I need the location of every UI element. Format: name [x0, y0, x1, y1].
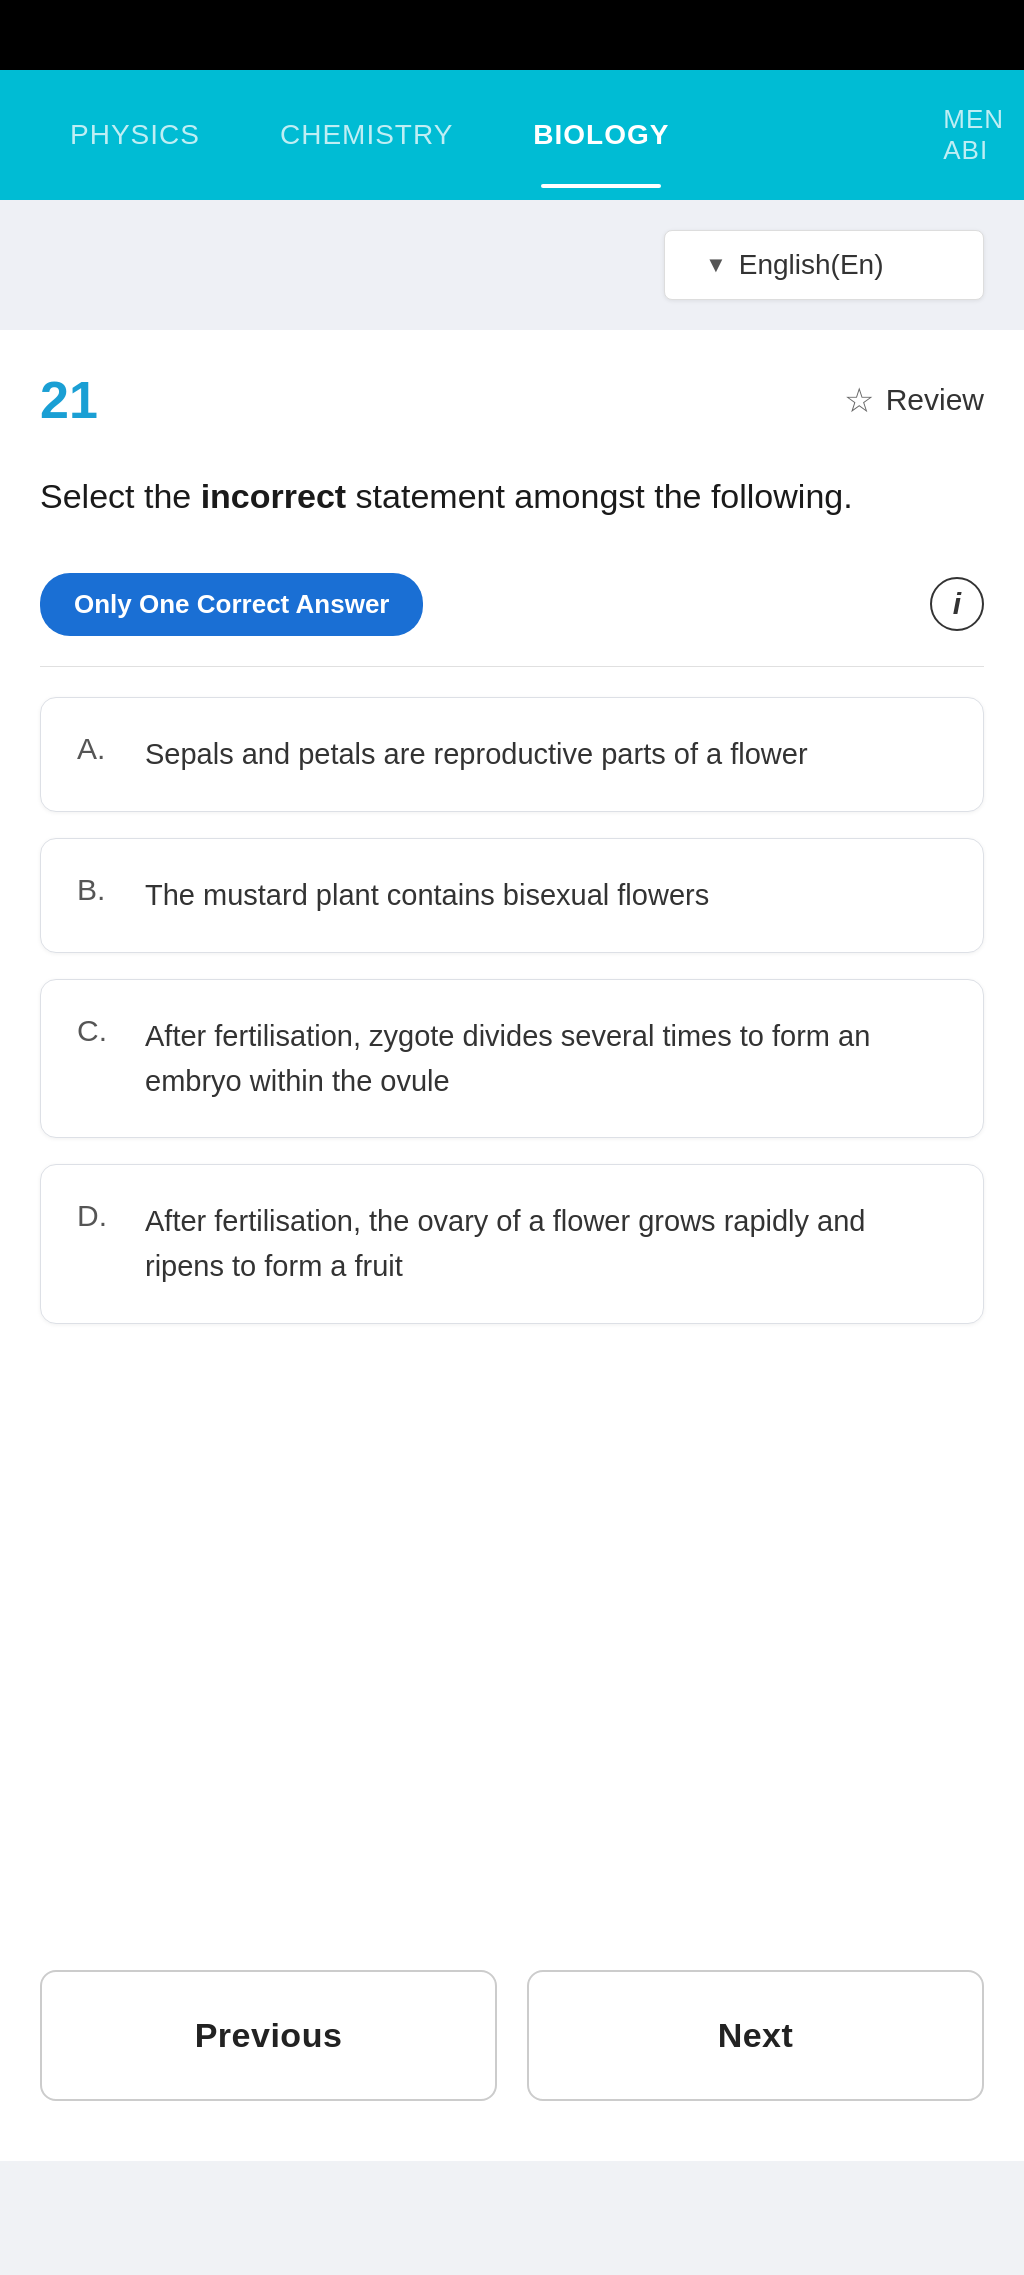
option-c-letter: C. — [77, 1014, 117, 1048]
answer-type-badge: Only One Correct Answer — [40, 573, 423, 636]
chevron-down-icon: ▼ — [705, 252, 727, 278]
review-label: Review — [886, 383, 984, 417]
divider — [40, 666, 984, 667]
status-bar — [0, 0, 1024, 70]
question-text-bold: incorrect — [201, 477, 347, 515]
previous-button[interactable]: Previous — [40, 1970, 497, 2101]
language-label: English(En) — [739, 249, 884, 281]
language-selector[interactable]: ▼ English(En) — [664, 230, 984, 300]
options-list: A. Sepals and petals are reproductive pa… — [40, 697, 984, 1325]
question-text-prefix: Select the — [40, 477, 201, 515]
option-d-text: After fertilisation, the ovary of a flow… — [145, 1199, 947, 1289]
next-button[interactable]: Next — [527, 1970, 984, 2101]
question-header: 21 ☆ Review — [40, 370, 984, 430]
tab-biology[interactable]: BIOLOGY — [493, 70, 709, 200]
subject-nav: PHYSICS CHEMISTRY BIOLOGY MEN ABI — [0, 70, 1024, 200]
option-c-text: After fertilisation, zygote divides seve… — [145, 1014, 947, 1104]
question-number: 21 — [40, 370, 98, 430]
tab-more[interactable]: MEN ABI — [923, 104, 1024, 166]
option-d-letter: D. — [77, 1199, 117, 1233]
option-b-letter: B. — [77, 873, 117, 907]
review-button[interactable]: ☆ Review — [844, 380, 984, 420]
option-b[interactable]: B. The mustard plant contains bisexual f… — [40, 838, 984, 953]
question-text: Select the incorrect statement amongst t… — [40, 470, 984, 523]
answer-type-row: Only One Correct Answer i — [40, 573, 984, 636]
navigation-buttons: Previous Next — [0, 1930, 1024, 2161]
tab-physics[interactable]: PHYSICS — [30, 70, 240, 200]
language-bar: ▼ English(En) — [0, 200, 1024, 330]
option-a-text: Sepals and petals are reproductive parts… — [145, 732, 808, 777]
option-c[interactable]: C. After fertilisation, zygote divides s… — [40, 979, 984, 1139]
option-d[interactable]: D. After fertilisation, the ovary of a f… — [40, 1164, 984, 1324]
question-text-suffix: statement amongst the following. — [346, 477, 853, 515]
star-icon: ☆ — [844, 380, 874, 420]
main-content: 21 ☆ Review Select the incorrect stateme… — [0, 330, 1024, 1930]
option-b-text: The mustard plant contains bisexual flow… — [145, 873, 709, 918]
tab-chemistry[interactable]: CHEMISTRY — [240, 70, 493, 200]
option-a-letter: A. — [77, 732, 117, 766]
info-icon[interactable]: i — [930, 577, 984, 631]
option-a[interactable]: A. Sepals and petals are reproductive pa… — [40, 697, 984, 812]
